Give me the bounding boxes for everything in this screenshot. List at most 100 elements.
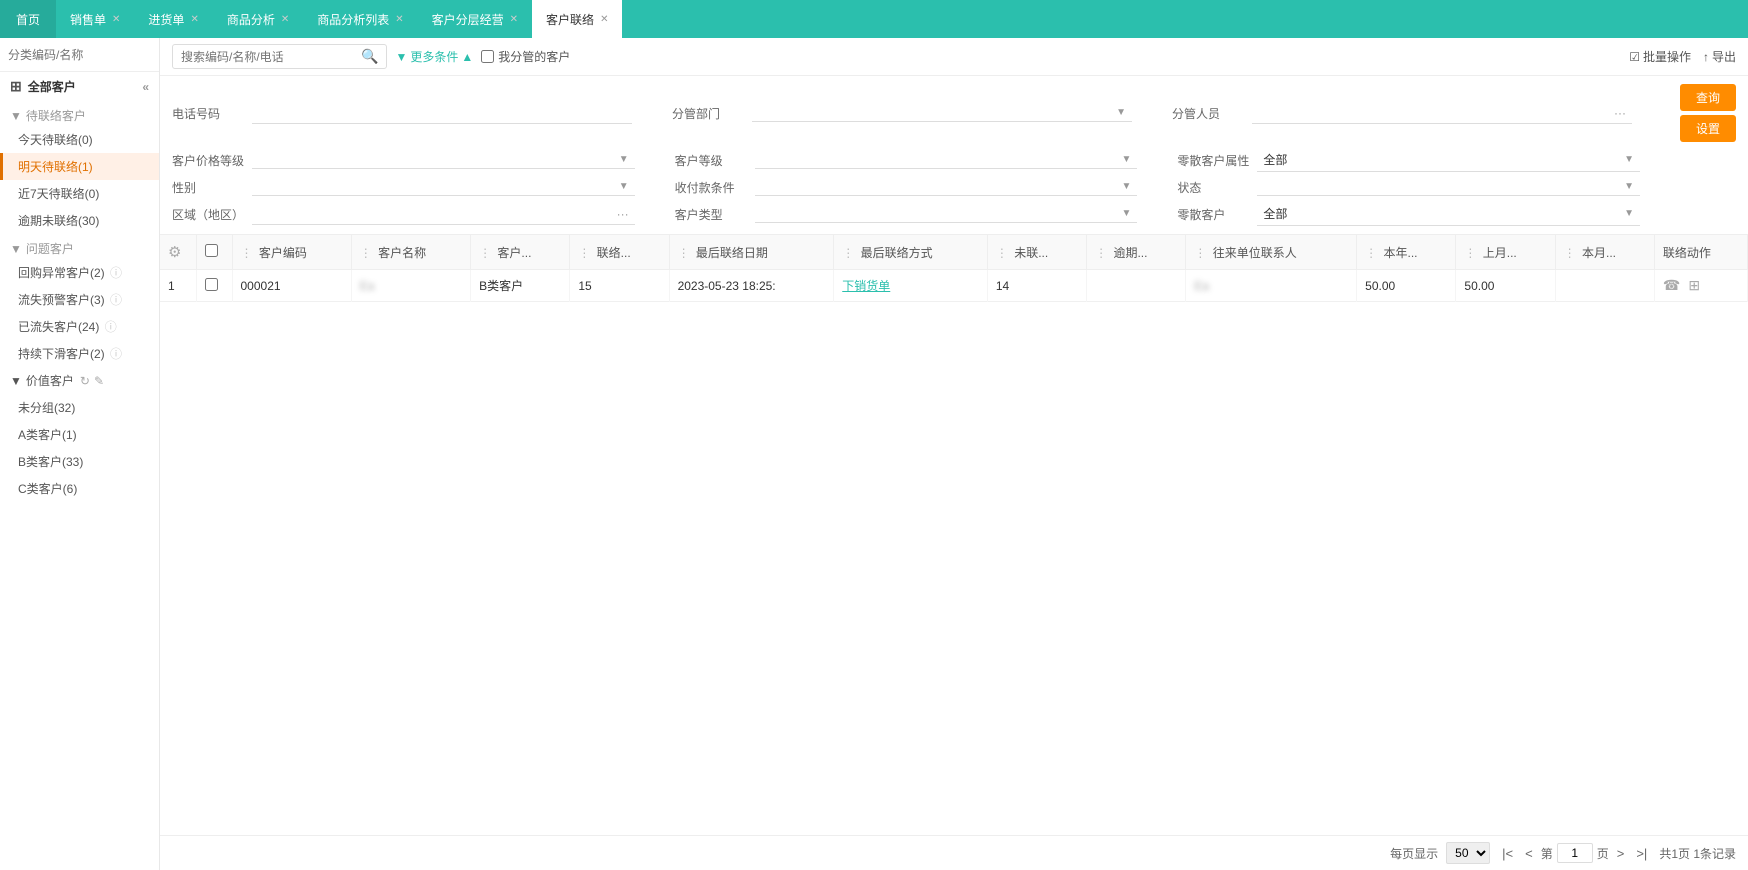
retail-customer-select[interactable]: 全部 ▼: [1257, 202, 1640, 226]
first-page-button[interactable]: |<: [1498, 844, 1517, 863]
toolbar: 🔍 ▼ 更多条件 ▲ 我分管的客户 ☑ 批量操作 ↑ 导出: [160, 38, 1748, 76]
nav-product-analysis-list[interactable]: 商品分析列表 ✕: [303, 0, 417, 38]
page-size-select[interactable]: 50: [1446, 842, 1490, 864]
more-conditions-button[interactable]: ▼ 更多条件 ▲: [395, 48, 473, 65]
phone-input[interactable]: [252, 103, 632, 124]
dept-select[interactable]: ▼: [752, 104, 1132, 122]
sort-icon: ⋮: [1564, 246, 1576, 260]
customer-price-select[interactable]: ▼: [252, 151, 635, 169]
sidebar-item-class-a[interactable]: A类客户(1): [0, 421, 159, 448]
collapse-icon[interactable]: «: [142, 80, 149, 94]
filter-retail-customer: 零散客户 全部 ▼: [1177, 202, 1640, 226]
filter-actions: 查询 设置: [1680, 84, 1736, 142]
sidebar-item-today-contact[interactable]: 今天待联络(0): [0, 126, 159, 153]
batch-op-button[interactable]: ☑ 批量操作: [1629, 48, 1691, 65]
sidebar-item-ungrouped[interactable]: 未分组(32): [0, 394, 159, 421]
filter-row-1: 电话号码 分管部门 ▼ 分管人员 ···: [172, 84, 1736, 142]
customer-level-select[interactable]: ▼: [755, 151, 1138, 169]
cell-name: Ea: [351, 270, 470, 302]
sidebar-item-week-contact[interactable]: 近7天待联络(0): [0, 180, 159, 207]
gender-select[interactable]: ▼: [252, 178, 635, 196]
retail-attr-select[interactable]: 全部 ▼: [1257, 148, 1640, 172]
sidebar-item-lost[interactable]: 已流失客户(24) ⓘ: [0, 313, 159, 340]
sidebar-all-customers[interactable]: ⊞ 全部客户 «: [0, 72, 159, 101]
filter-customer-level: 客户等级 ▼: [675, 151, 1138, 169]
nav-purchase[interactable]: 进货单 ✕: [134, 0, 212, 38]
total-info: 共1页 1条记录: [1659, 845, 1736, 862]
col-this-year: ⋮ 本年...: [1357, 235, 1456, 270]
edit-icon[interactable]: ✎: [94, 374, 104, 388]
prev-page-button[interactable]: <: [1521, 844, 1537, 863]
chevron-down-icon: ▼: [619, 154, 629, 165]
last-method-link[interactable]: 下销货单: [842, 279, 890, 293]
nav-customer-contact[interactable]: 客户联络 ✕: [532, 0, 622, 38]
nav-home[interactable]: 首页: [0, 0, 56, 38]
sort-icon: ⋮: [1464, 246, 1476, 260]
close-icon[interactable]: ✕: [600, 14, 608, 25]
filter-region: 区域（地区） ···: [172, 204, 635, 225]
close-icon[interactable]: ✕: [510, 14, 518, 25]
sidebar-search-area: 🔍: [0, 38, 159, 72]
page-input[interactable]: [1557, 843, 1593, 863]
refresh-icon[interactable]: ↻: [80, 374, 90, 388]
filter-customer-price: 客户价格等级 ▼: [172, 151, 635, 169]
sidebar-item-lost-risk[interactable]: 流失预警客户(3) ⓘ: [0, 286, 159, 313]
sidebar-item-repeat-anomaly[interactable]: 回购异常客户(2) ⓘ: [0, 259, 159, 286]
filter-row-2: 客户价格等级 ▼ 客户等级 ▼ 零散客户属性: [172, 148, 1736, 172]
close-icon[interactable]: ✕: [395, 14, 403, 25]
phone-action-icon[interactable]: ☎: [1663, 277, 1680, 294]
cell-checkbox: [196, 270, 232, 302]
search-icon[interactable]: 🔍: [361, 48, 378, 65]
sidebar-item-tomorrow-contact[interactable]: 明天待联络(1): [0, 153, 159, 180]
grid-icon: ⊞: [10, 78, 22, 95]
nav-product-analysis[interactable]: 商品分析 ✕: [213, 0, 303, 38]
close-icon[interactable]: ✕: [190, 14, 198, 25]
customer-type-select[interactable]: ▼: [755, 205, 1138, 223]
settings-gear-icon[interactable]: ⚙: [168, 244, 181, 261]
chevron-down-icon: ▼: [1121, 181, 1131, 192]
cell-index: 1: [160, 270, 196, 302]
nav-sales[interactable]: 销售单 ✕: [56, 0, 134, 38]
qr-action-icon[interactable]: ⊞: [1688, 277, 1700, 294]
filter-row-4: 区域（地区） ··· 客户类型 ▼ 零散客户: [172, 202, 1736, 226]
per-page-label: 每页显示: [1390, 845, 1438, 862]
col-overdue: ⋮ 逾期...: [1087, 235, 1186, 270]
chevron-down-icon: ▼: [1121, 208, 1131, 219]
nav-customer-segment[interactable]: 客户分层经营 ✕: [418, 0, 532, 38]
next-page-button[interactable]: >: [1613, 844, 1629, 863]
setting-button[interactable]: 设置: [1680, 115, 1736, 142]
person-select[interactable]: ···: [1252, 103, 1632, 124]
sidebar-item-continuous-down[interactable]: 持续下滑客户(2) ⓘ: [0, 340, 159, 367]
sort-icon: ⋮: [479, 246, 491, 260]
sidebar-item-overdue-contact[interactable]: 逾期未联络(30): [0, 207, 159, 234]
region-select[interactable]: ···: [252, 204, 635, 225]
query-button[interactable]: 查询: [1680, 84, 1736, 111]
footer: 每页显示 50 |< < 第 页 > >| 共1页 1条记录: [160, 835, 1748, 870]
my-customers-checkbox[interactable]: [481, 50, 494, 63]
last-page-button[interactable]: >|: [1632, 844, 1651, 863]
payment-select[interactable]: ▼: [755, 178, 1138, 196]
col-unreached: ⋮ 未联...: [987, 235, 1086, 270]
sidebar-item-class-b[interactable]: B类客户(33): [0, 448, 159, 475]
col-settings: ⚙: [160, 235, 196, 270]
cell-last-method: 下销货单: [834, 270, 988, 302]
sidebar-item-class-c[interactable]: C类客户(6): [0, 475, 159, 502]
row-checkbox[interactable]: [205, 278, 218, 291]
sidebar-search-input[interactable]: [8, 48, 160, 62]
table-header-row: ⚙ ⋮ 客户编码 ⋮ 客户名称: [160, 235, 1748, 270]
cell-unreached: 14: [987, 270, 1086, 302]
status-select[interactable]: ▼: [1257, 178, 1640, 196]
sort-icon: ⋮: [842, 246, 854, 260]
page-unit: 页: [1597, 845, 1609, 862]
select-all-checkbox[interactable]: [205, 244, 218, 257]
sort-icon: ⋮: [578, 246, 590, 260]
sort-icon: ⋮: [241, 246, 253, 260]
filter-row-3: 性别 ▼ 收付款条件 ▼ 状态: [172, 178, 1736, 196]
close-icon[interactable]: ✕: [112, 14, 120, 25]
info-icon: ⓘ: [105, 320, 117, 334]
close-icon[interactable]: ✕: [281, 14, 289, 25]
search-input[interactable]: [181, 50, 361, 64]
col-contact-person: ⋮ 往来单位联系人: [1186, 235, 1357, 270]
export-button[interactable]: ↑ 导出: [1703, 48, 1736, 65]
my-customers-checkbox-area: 我分管的客户: [481, 48, 570, 65]
